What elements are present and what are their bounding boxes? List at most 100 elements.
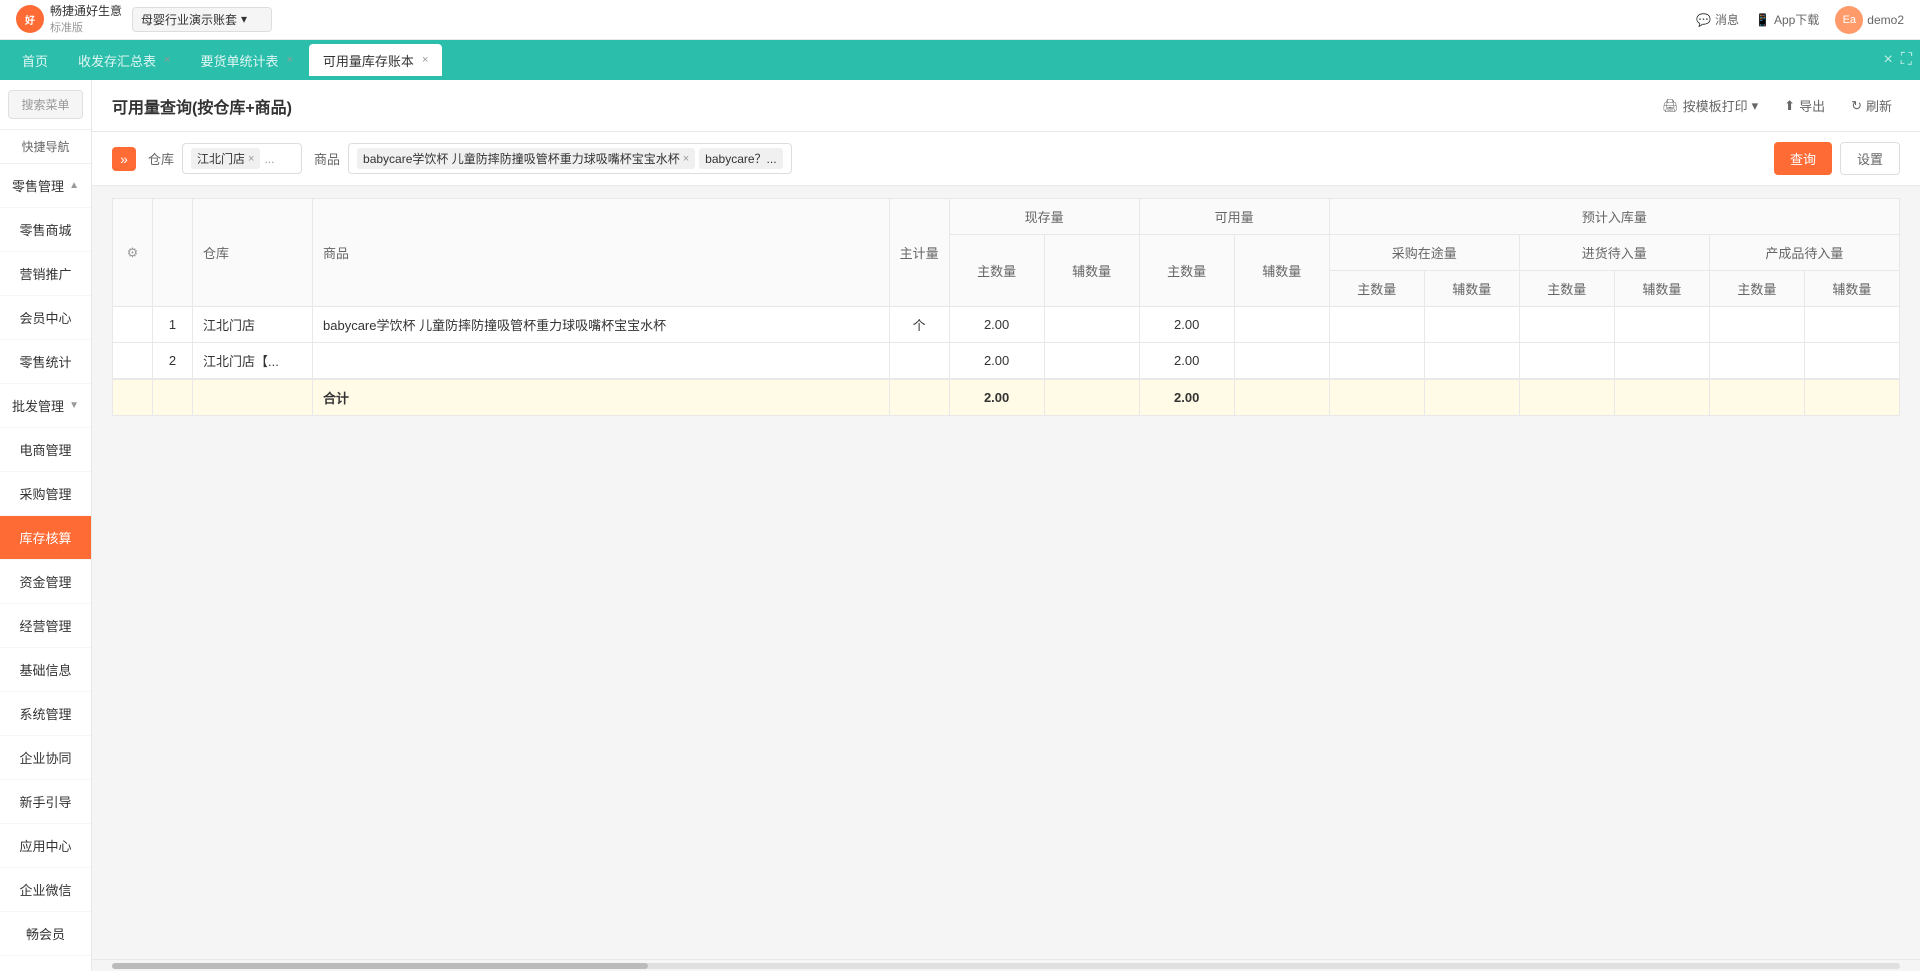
bottom-scrollbar[interactable] <box>92 959 1920 971</box>
sidebar-item-enterprise-coop[interactable]: 企业协同 <box>0 736 91 780</box>
warehouse-more[interactable]: ... <box>264 152 274 166</box>
sidebar-item-app-center[interactable]: 应用中心 <box>0 824 91 868</box>
tab-available-inventory[interactable]: 可用量库存账本 × <box>309 44 442 76</box>
filter-expand-btn[interactable]: » <box>112 147 136 171</box>
sidebar-item-retail-stat-label: 零售统计 <box>19 352 71 371</box>
sidebar-item-marketing-label: 营销推广 <box>19 264 71 283</box>
nav-tabs: 首页 收发存汇总表 × 要货单统计表 × 可用量库存账本 × × ⛶ <box>0 40 1920 80</box>
col-production-main-header: 主数量 <box>1709 271 1804 307</box>
sidebar-item-finance[interactable]: 资金管理 <box>0 560 91 604</box>
sidebar-item-new-guide[interactable]: 新手引导 <box>0 780 91 824</box>
sidebar-item-wholesale[interactable]: 批发管理 ▼ <box>0 384 91 428</box>
message-icon: 💬 <box>1696 13 1711 27</box>
warehouse-filter-input[interactable]: 江北门店 × ... <box>182 143 302 174</box>
table-header-row-1: ⚙ 仓库 商品 主计量 现存量 可用量 预计入库量 <box>113 199 1900 235</box>
tab-order-stats[interactable]: 要货单统计表 × <box>186 44 306 76</box>
search-menu-btn[interactable]: 搜索菜单 <box>8 90 83 119</box>
logo-name: 畅捷通好生意 <box>50 4 122 18</box>
sidebar-item-basic-info-label: 基础信息 <box>19 660 71 679</box>
tab-stock-summary-close[interactable]: × <box>164 54 170 66</box>
gear-icon[interactable]: ⚙ <box>127 245 139 260</box>
chevron-down-icon: ▾ <box>241 12 247 26</box>
print-label: 按模板打印 <box>1683 96 1748 115</box>
table-footer-row: 合计 2.00 2.00 <box>113 379 1900 416</box>
product-tag-1-value: babycare学饮杯 儿童防摔防撞吸管杯重力球吸嘴杯宝宝水杯 <box>363 150 680 167</box>
row1-avail-main: 2.00 <box>1139 307 1234 343</box>
main-layout: 搜索菜单 快捷导航 零售管理 ▲ 零售商城 营销推广 会员中心 零售统计 批发管… <box>0 80 1920 971</box>
footer-incoming-main <box>1519 379 1614 416</box>
col-purchase-aux-header: 辅数量 <box>1424 271 1519 307</box>
sidebar-item-system[interactable]: 系统管理 <box>0 692 91 736</box>
industry-label: 母婴行业演示账套 <box>141 11 237 28</box>
sidebar-item-member[interactable]: 会员中心 <box>0 296 91 340</box>
product-filter-input[interactable]: babycare学饮杯 儿童防摔防撞吸管杯重力球吸嘴杯宝宝水杯 × babyca… <box>348 143 792 174</box>
content-area: 可用量查询(按仓库+商品) 🖨 按模板打印 ▾ ⬆ 导出 ↻ 刷新 <box>92 80 1920 971</box>
refresh-btn[interactable]: ↻ 刷新 <box>1843 92 1900 119</box>
row1-incoming-main <box>1519 307 1614 343</box>
industry-selector[interactable]: 母婴行业演示账套 ▾ <box>132 7 272 32</box>
product-tag-1-remove[interactable]: × <box>683 153 689 165</box>
window-expand-icon[interactable]: ⛶ <box>1901 51 1912 69</box>
sidebar-item-purchase[interactable]: 采购管理 <box>0 472 91 516</box>
sidebar-search-area: 搜索菜单 <box>0 80 91 130</box>
user-area[interactable]: Ea demo2 <box>1835 6 1904 34</box>
export-btn[interactable]: ⬆ 导出 <box>1776 92 1833 119</box>
sidebar-item-retail-mgmt[interactable]: 零售管理 ▲ <box>0 164 91 208</box>
message-btn[interactable]: 💬 消息 <box>1696 11 1739 28</box>
sidebar-item-retail-stat[interactable]: 零售统计 <box>0 340 91 384</box>
sidebar-item-marketing[interactable]: 营销推广 <box>0 252 91 296</box>
col-warehouse-header: 仓库 <box>193 199 313 307</box>
col-production-group-header: 产成品待入量 <box>1709 235 1899 271</box>
product-tag-2-value: babycare？... <box>705 150 776 167</box>
row1-stock-aux <box>1044 307 1139 343</box>
col-no-header <box>153 199 193 307</box>
product-tag-1: babycare学饮杯 儿童防摔防撞吸管杯重力球吸嘴杯宝宝水杯 × <box>357 148 695 169</box>
sidebar-item-enterprise-wechat[interactable]: 企业微信 <box>0 868 91 912</box>
row1-production-aux <box>1804 307 1899 343</box>
warehouse-tag-remove[interactable]: × <box>248 153 254 165</box>
sidebar-item-operations[interactable]: 经营管理 <box>0 604 91 648</box>
tab-home[interactable]: 首页 <box>8 44 62 76</box>
warehouse-tag: 江北门店 × <box>191 148 260 169</box>
sidebar-item-vip-member[interactable]: 畅会员 <box>0 912 91 956</box>
tab-stock-summary[interactable]: 收发存汇总表 × <box>64 44 184 76</box>
username: demo2 <box>1867 13 1904 27</box>
sidebar-item-purchase-label: 采购管理 <box>19 484 71 503</box>
col-inbound-group-header: 预计入库量 <box>1329 199 1899 235</box>
row2-purchase-aux <box>1424 343 1519 380</box>
print-btn[interactable]: 🖨 按模板打印 ▾ <box>1654 92 1766 119</box>
row1-unit: 个 <box>889 307 949 343</box>
logo-icon: 好 <box>16 5 44 33</box>
tab-order-stats-close[interactable]: × <box>286 54 292 66</box>
top-bar: 好 畅捷通好生意 标准版 母婴行业演示账套 ▾ 💬 消息 📱 App下载 Ea … <box>0 0 1920 40</box>
footer-empty4 <box>889 379 949 416</box>
logo-text-area: 畅捷通好生意 标准版 <box>50 4 122 34</box>
col-unit-header: 主计量 <box>889 199 949 307</box>
table-row: 1 江北门店 babycare学饮杯 儿童防摔防撞吸管杯重力球吸嘴杯宝宝水杯 个… <box>113 307 1900 343</box>
row1-stock-main: 2.00 <box>949 307 1044 343</box>
footer-empty1 <box>113 379 153 416</box>
refresh-icon: ↻ <box>1851 98 1862 114</box>
tab-available-inventory-close[interactable]: × <box>422 54 428 66</box>
tab-available-inventory-label: 可用量库存账本 <box>323 51 414 70</box>
top-bar-left: 好 畅捷通好生意 标准版 母婴行业演示账套 ▾ <box>16 4 272 34</box>
sidebar-item-enterprise-coop-label: 企业协同 <box>19 748 71 767</box>
col-avail-group-header: 可用量 <box>1139 199 1329 235</box>
scroll-thumb[interactable] <box>112 963 648 969</box>
scroll-track <box>112 963 1900 969</box>
window-close-icon[interactable]: × <box>1883 51 1892 69</box>
row1-production-main <box>1709 307 1804 343</box>
download-label: App下载 <box>1774 11 1819 28</box>
row2-stock-main: 2.00 <box>949 343 1044 380</box>
sidebar-item-inventory[interactable]: 库存核算 <box>0 516 91 560</box>
sidebar-item-quick-nav[interactable]: 快捷导航 <box>0 130 91 164</box>
settings-btn[interactable]: 设置 <box>1840 142 1900 175</box>
col-stock-main-header: 主数量 <box>949 235 1044 307</box>
sidebar-item-retail-store[interactable]: 零售商城 <box>0 208 91 252</box>
app-download-btn[interactable]: 📱 App下载 <box>1755 11 1819 28</box>
col-avail-aux-header: 辅数量 <box>1234 235 1329 307</box>
row2-no: 2 <box>153 343 193 380</box>
query-btn[interactable]: 查询 <box>1774 142 1832 175</box>
sidebar-item-ecommerce[interactable]: 电商管理 <box>0 428 91 472</box>
sidebar-item-basic-info[interactable]: 基础信息 <box>0 648 91 692</box>
